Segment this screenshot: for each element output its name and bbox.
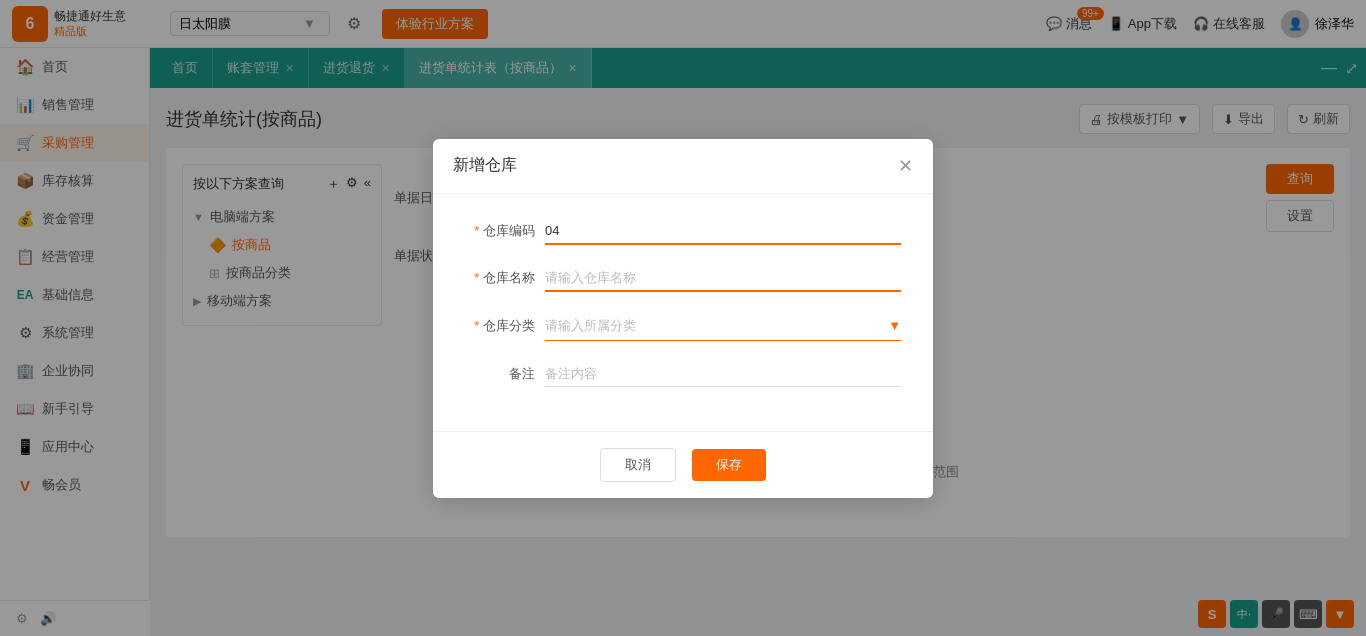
code-label: 仓库编码 <box>465 222 545 240</box>
modal-row-name: 仓库名称 <box>465 265 901 292</box>
category-label: 仓库分类 <box>465 317 545 335</box>
add-warehouse-modal: 新增仓库 ✕ 仓库编码 仓库名称 仓库分类 请输入所属分类 ▼ <box>433 139 933 498</box>
modal-header: 新增仓库 ✕ <box>433 139 933 194</box>
save-button[interactable]: 保存 <box>692 449 766 481</box>
modal-row-remark: 备注 <box>465 361 901 387</box>
modal-overlay[interactable]: 新增仓库 ✕ 仓库编码 仓库名称 仓库分类 请输入所属分类 ▼ <box>0 0 1366 636</box>
category-dropdown-icon: ▼ <box>888 318 901 333</box>
remark-input[interactable] <box>545 361 901 387</box>
category-select[interactable]: 请输入所属分类 ▼ <box>545 312 901 341</box>
modal-row-code: 仓库编码 <box>465 218 901 245</box>
modal-row-category: 仓库分类 请输入所属分类 ▼ <box>465 312 901 341</box>
name-input[interactable] <box>545 265 901 292</box>
modal-close-btn[interactable]: ✕ <box>898 155 913 177</box>
name-label: 仓库名称 <box>465 269 545 287</box>
modal-footer: 取消 保存 <box>433 431 933 498</box>
code-input[interactable] <box>545 218 901 245</box>
modal-body: 仓库编码 仓库名称 仓库分类 请输入所属分类 ▼ 备注 <box>433 194 933 431</box>
remark-label: 备注 <box>465 365 545 383</box>
cancel-button[interactable]: 取消 <box>600 448 676 482</box>
category-placeholder: 请输入所属分类 <box>545 317 636 335</box>
modal-title: 新增仓库 <box>453 155 517 176</box>
